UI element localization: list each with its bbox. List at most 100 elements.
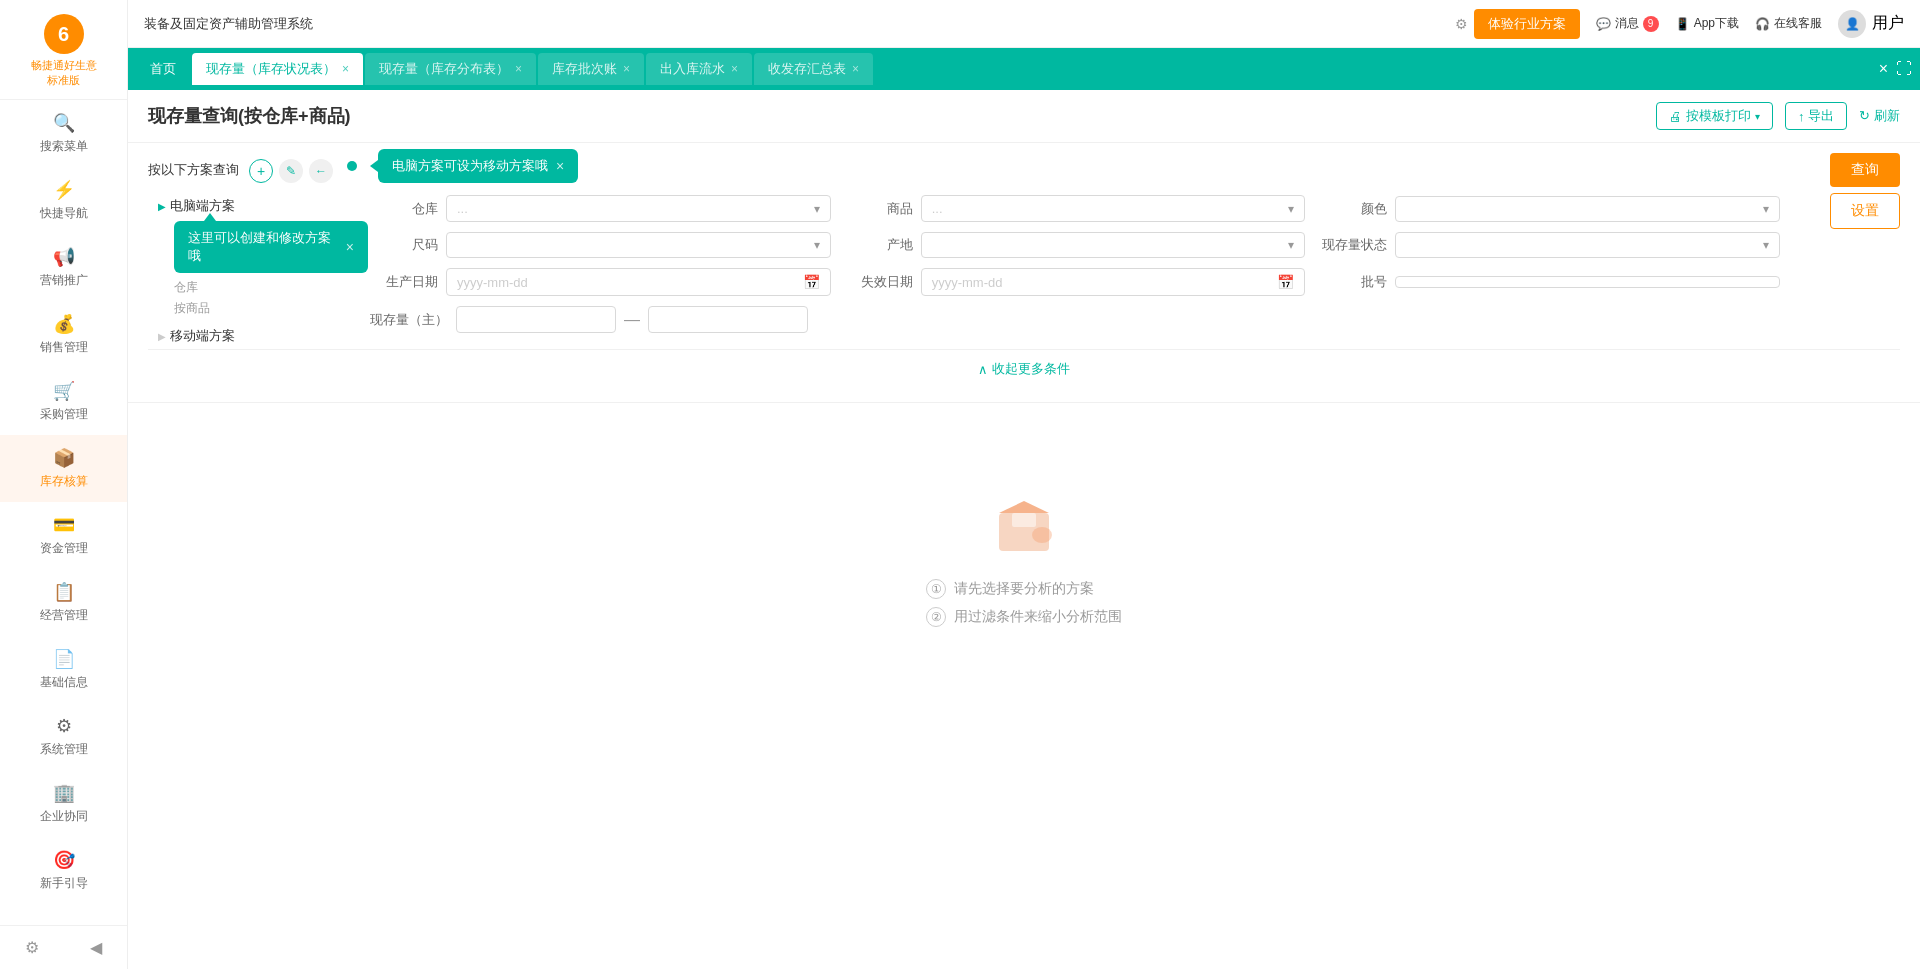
inv-amount-from[interactable] xyxy=(456,306,616,333)
system-icon: ⚙ xyxy=(56,715,72,737)
empty-tips: ① 请先选择要分析的方案 ② 用过滤条件来缩小分析范围 xyxy=(926,579,1122,627)
headset-icon: 🎧 xyxy=(1755,17,1770,31)
online-service-label: 在线客服 xyxy=(1774,15,1822,32)
prod-date-label: 生产日期 xyxy=(368,273,438,291)
tab-collect[interactable]: 收发存汇总表 × xyxy=(754,53,873,85)
tab-close-icon[interactable]: × xyxy=(731,62,738,76)
sidebar-logo: 6 畅捷通好生意标准版 xyxy=(0,0,127,100)
sidebar-item-purchase[interactable]: 🛒 采购管理 xyxy=(0,368,127,435)
sidebar-item-marketing[interactable]: 📢 营销推广 xyxy=(0,234,127,301)
sidebar-item-label: 快捷导航 xyxy=(40,205,88,222)
color-input[interactable]: ▾ xyxy=(1395,196,1780,222)
goods-input[interactable]: ... ▾ xyxy=(921,195,1306,222)
app-download-label: App下载 xyxy=(1694,15,1739,32)
inv-amount-to[interactable] xyxy=(648,306,808,333)
sidebar-item-label: 资金管理 xyxy=(40,540,88,557)
sidebar-item-sales[interactable]: 💰 销售管理 xyxy=(0,301,127,368)
sidebar-item-label: 搜索菜单 xyxy=(40,138,88,155)
batch-input[interactable] xyxy=(1395,276,1780,288)
collapse-label: 收起更多条件 xyxy=(992,360,1070,378)
message-button[interactable]: 💬 消息 9 xyxy=(1596,15,1659,32)
mobile-scheme-item[interactable]: ▶ 移动端方案 xyxy=(158,323,368,349)
print-button[interactable]: 🖨 按模板打印 ▾ xyxy=(1656,102,1773,130)
edit-scheme-button[interactable]: ✎ xyxy=(279,159,303,183)
avatar: 👤 xyxy=(1838,10,1866,38)
top-header: 装备及固定资产辅助管理系统 ⚙ 体验行业方案 💬 消息 9 📱 App下载 🎧 … xyxy=(128,0,1920,48)
size-label: 尺码 xyxy=(368,236,438,254)
add-scheme-button[interactable]: + xyxy=(249,159,273,183)
calendar-icon: 📅 xyxy=(1277,274,1294,290)
maximize-icon[interactable]: ⛶ xyxy=(1896,60,1912,78)
sidebar-item-operation[interactable]: 📋 经营管理 xyxy=(0,569,127,636)
sidebar-item-quick[interactable]: ⚡ 快捷导航 xyxy=(0,167,127,234)
tab-inv-dist[interactable]: 现存量（库存分布表） × xyxy=(365,53,536,85)
dot-indicator xyxy=(347,161,357,171)
export-button[interactable]: ↑ 导出 xyxy=(1785,102,1848,130)
tab-batch[interactable]: 库存批次账 × xyxy=(538,53,644,85)
sidebar-item-finance[interactable]: 💳 资金管理 xyxy=(0,502,127,569)
sidebar-item-system[interactable]: ⚙ 系统管理 xyxy=(0,703,127,770)
prod-date-placeholder: yyyy-mm-dd xyxy=(457,275,528,290)
printer-icon: 🖨 xyxy=(1669,109,1682,124)
batch-field: 批号 xyxy=(1317,268,1780,296)
sidebar: 6 畅捷通好生意标准版 🔍 搜索菜单 ⚡ 快捷导航 📢 营销推广 💰 销售管理 … xyxy=(0,0,128,969)
tab-close-icon[interactable]: × xyxy=(852,62,859,76)
desktop-scheme-item[interactable]: ▶ 电脑端方案 xyxy=(158,195,368,217)
prod-date-field: 生产日期 yyyy-mm-dd 📅 xyxy=(368,268,831,296)
tab-home[interactable]: 首页 xyxy=(136,60,190,78)
inv-status-label: 现存量状态 xyxy=(1317,236,1387,254)
settings-icon[interactable]: ⚙ xyxy=(25,938,39,957)
scheme-sub-item-warehouse[interactable]: 仓库 xyxy=(158,277,368,298)
online-service-button[interactable]: 🎧 在线客服 xyxy=(1755,15,1822,32)
gear-icon[interactable]: ⚙ xyxy=(1455,16,1468,32)
sidebar-item-label: 系统管理 xyxy=(40,741,88,758)
sidebar-item-inventory[interactable]: 📦 库存核算 xyxy=(0,435,127,502)
sidebar-item-label: 基础信息 xyxy=(40,674,88,691)
trial-button[interactable]: 体验行业方案 xyxy=(1474,9,1580,39)
tab-inv-status[interactable]: 现存量（库存状况表） × xyxy=(192,53,363,85)
sidebar-item-corp[interactable]: 🏢 企业协同 xyxy=(0,770,127,837)
print-label: 按模板打印 xyxy=(1686,107,1751,125)
user-label: 用户 xyxy=(1872,13,1904,34)
search-button[interactable]: 查询 xyxy=(1830,153,1900,187)
page-inner: 现存量查询(按仓库+商品) 🖨 按模板打印 ▾ ↑ 导出 ↻ 刷新 xyxy=(128,90,1920,969)
phone-icon: 📱 xyxy=(1675,17,1690,31)
quick-icon: ⚡ xyxy=(53,179,75,201)
svg-marker-1 xyxy=(999,501,1049,513)
prod-date-input[interactable]: yyyy-mm-dd 📅 xyxy=(446,268,831,296)
desktop-scheme-label: 电脑端方案 xyxy=(170,197,235,215)
sidebar-bottom: ⚙ ◀ xyxy=(0,925,127,969)
collapse-bar[interactable]: ∧ 收起更多条件 xyxy=(148,349,1900,388)
color-field: 颜色 ▾ xyxy=(1317,195,1780,222)
tab-inout[interactable]: 出入库流水 × xyxy=(646,53,752,85)
tab-close-icon[interactable]: × xyxy=(623,62,630,76)
tab-close-icon[interactable]: × xyxy=(515,62,522,76)
warehouse-input[interactable]: ... ▾ xyxy=(446,195,831,222)
app-download-button[interactable]: 📱 App下载 xyxy=(1675,15,1739,32)
tab-close-icon[interactable]: × xyxy=(342,62,349,76)
collapse-sidebar-icon[interactable]: ◀ xyxy=(90,938,102,957)
origin-input[interactable]: ▾ xyxy=(921,232,1306,258)
refresh-icon: ↻ xyxy=(1859,108,1870,123)
tip1-num: ① xyxy=(926,579,946,599)
origin-field: 产地 ▾ xyxy=(843,232,1306,258)
exp-date-field: 失效日期 yyyy-mm-dd 📅 xyxy=(843,268,1306,296)
chevron-down-icon: ▾ xyxy=(1755,111,1760,122)
tooltip1-close[interactable]: × xyxy=(556,158,564,174)
page-title: 现存量查询(按仓库+商品) xyxy=(148,104,351,128)
user-area[interactable]: 👤 用户 xyxy=(1838,10,1904,38)
sales-icon: 💰 xyxy=(53,313,75,335)
sidebar-item-basic[interactable]: 📄 基础信息 xyxy=(0,636,127,703)
sidebar-item-guide[interactable]: 🎯 新手引导 xyxy=(0,837,127,904)
sidebar-item-search[interactable]: 🔍 搜索菜单 xyxy=(0,100,127,167)
marketing-icon: 📢 xyxy=(53,246,75,268)
sidebar-item-label: 库存核算 xyxy=(40,473,88,490)
refresh-button[interactable]: ↻ 刷新 xyxy=(1859,107,1900,125)
inv-status-input[interactable]: ▾ xyxy=(1395,232,1780,258)
arrow-scheme-button[interactable]: ← xyxy=(309,159,333,183)
tooltip2-close[interactable]: × xyxy=(346,239,354,255)
size-input[interactable]: ▾ xyxy=(446,232,831,258)
exp-date-input[interactable]: yyyy-mm-dd 📅 xyxy=(921,268,1306,296)
close-all-icon[interactable]: × xyxy=(1879,60,1888,78)
scheme-sub-item-goods[interactable]: 按商品 xyxy=(158,298,368,319)
